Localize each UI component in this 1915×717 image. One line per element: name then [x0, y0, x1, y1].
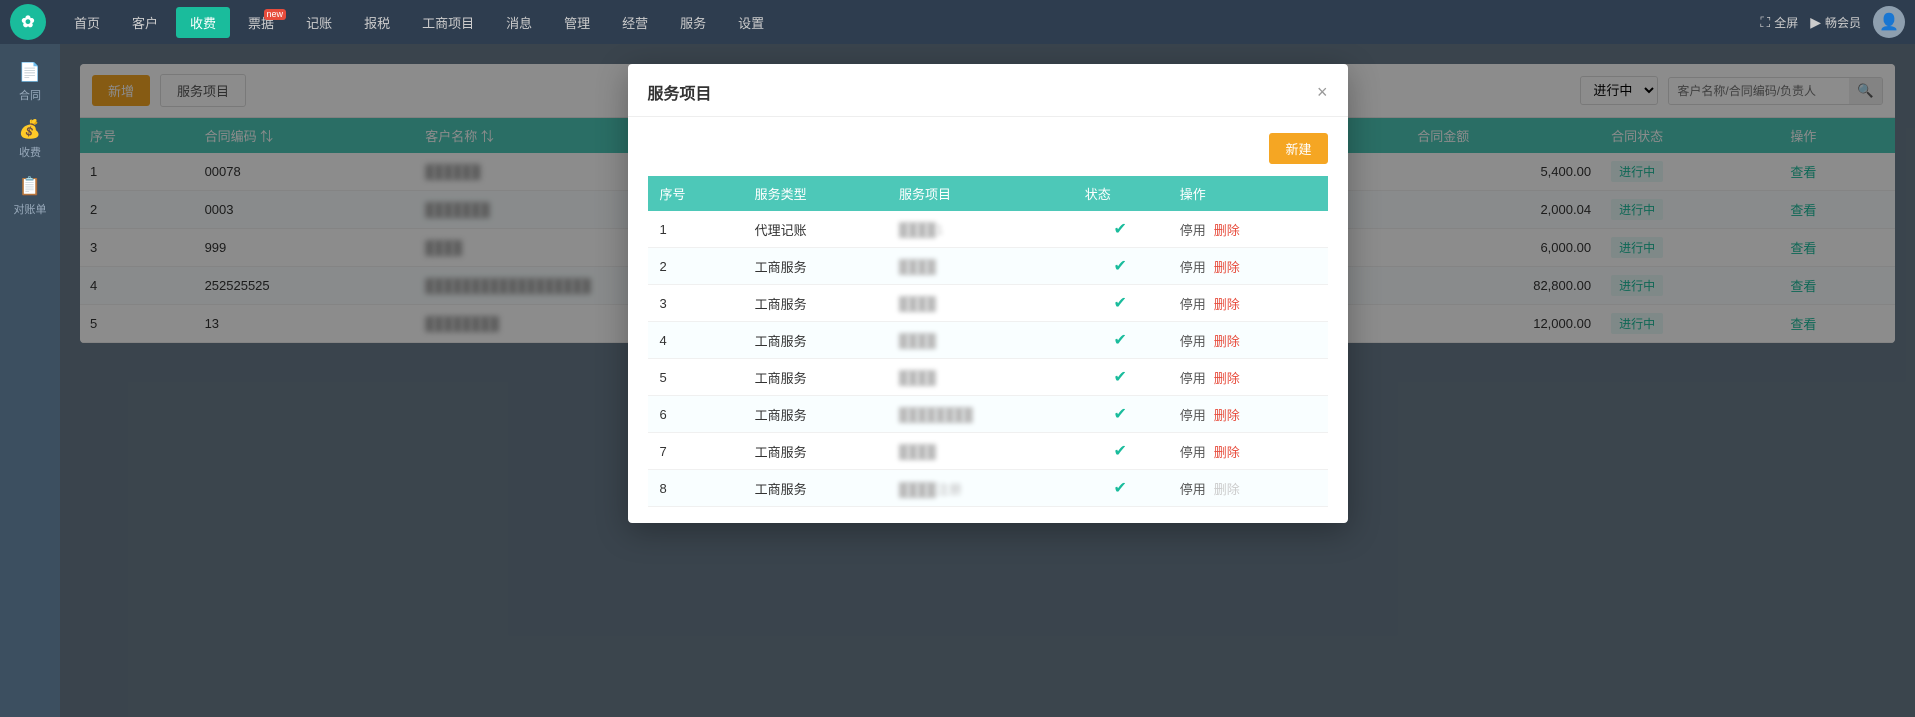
modal-col-服务类型: 服务类型: [743, 176, 887, 211]
delete-button[interactable]: 删除: [1214, 223, 1240, 238]
modal-table-wrap[interactable]: 序号服务类型服务项目状态操作 1代理记账████1✔停用删除2工商服务████✔…: [648, 176, 1328, 507]
modal-toolbar: 新建: [648, 133, 1328, 164]
sidebar-item-duizhang[interactable]: 📋对账单: [4, 168, 56, 225]
nav-item-xiaoxi[interactable]: 消息: [492, 7, 546, 38]
modal-body: 新建 序号服务类型服务项目状态操作 1代理记账████1✔停用删除2工商服务██…: [628, 117, 1348, 523]
nav-item-jiz[interactable]: 记账: [292, 7, 346, 38]
nav-item-customer[interactable]: 客户: [118, 7, 172, 38]
stop-button[interactable]: 停用: [1180, 260, 1206, 275]
modal-col-操作: 操作: [1168, 176, 1328, 211]
stop-button[interactable]: 停用: [1180, 334, 1206, 349]
nav-item-baoshui[interactable]: 报税: [350, 7, 404, 38]
status-check-icon: ✔: [1114, 295, 1127, 312]
nav-item-fuwu[interactable]: 服务: [666, 7, 720, 38]
app-logo: ✿: [10, 4, 46, 40]
modal-table-row: 1代理记账████1✔停用删除: [648, 211, 1328, 248]
status-check-icon: ✔: [1114, 480, 1127, 497]
modal-new-button[interactable]: 新建: [1269, 133, 1327, 164]
status-check-icon: ✔: [1114, 332, 1127, 349]
modal-table-row: 8工商服务████注册✔停用删除: [648, 470, 1328, 507]
status-check-icon: ✔: [1114, 443, 1127, 460]
duizhang-icon: 📋: [19, 176, 41, 197]
delete-button[interactable]: 删除: [1214, 408, 1240, 423]
nav-item-gongshang[interactable]: 工商项目: [408, 7, 488, 38]
contract-icon: 📄: [19, 62, 41, 83]
delete-button[interactable]: 删除: [1214, 445, 1240, 460]
stop-button[interactable]: 停用: [1180, 408, 1206, 423]
shoufei-icon: 💰: [19, 119, 41, 140]
status-check-icon: ✔: [1114, 369, 1127, 386]
nav-item-shezhi[interactable]: 设置: [724, 7, 778, 38]
modal-table-row: 3工商服务████✔停用删除: [648, 285, 1328, 322]
modal-table-row: 5工商服务████✔停用删除: [648, 359, 1328, 396]
sidebar-item-contract[interactable]: 📄合同: [4, 54, 56, 111]
status-check-icon: ✔: [1114, 406, 1127, 423]
modal-title: 服务项目: [648, 80, 712, 104]
delete-button[interactable]: 删除: [1214, 297, 1240, 312]
status-check-icon: ✔: [1114, 258, 1127, 275]
modal-overlay: 服务项目 × 新建 序号服务类型服务项目状态操作 1代理记账████1✔停用删除…: [60, 44, 1915, 717]
service-items-modal: 服务项目 × 新建 序号服务类型服务项目状态操作 1代理记账████1✔停用删除…: [628, 64, 1348, 523]
content-area: 新增 服务项目 进行中全部已终止 🔍 序号合同编码 ⇅客户名称 ⇅服务项目 ⇅服…: [60, 44, 1915, 717]
left-sidebar: 📄合同💰收费📋对账单: [0, 44, 60, 717]
fullscreen-button[interactable]: ⛶ 全屏: [1760, 14, 1798, 31]
service-items-table: 序号服务类型服务项目状态操作 1代理记账████1✔停用删除2工商服务████✔…: [648, 176, 1328, 507]
modal-header: 服务项目 ×: [628, 64, 1348, 117]
user-avatar[interactable]: 👤: [1873, 6, 1905, 38]
delete-button[interactable]: 删除: [1214, 371, 1240, 386]
modal-table-row: 7工商服务████✔停用删除: [648, 433, 1328, 470]
nav-item-shoufe[interactable]: 收费: [176, 7, 230, 38]
delete-button[interactable]: 删除: [1214, 260, 1240, 275]
delete-button[interactable]: 删除: [1214, 334, 1240, 349]
modal-table-row: 6工商服务████████✔停用删除: [648, 396, 1328, 433]
modal-col-序号: 序号: [648, 176, 743, 211]
top-navigation: ✿ 首页客户收费票据new记账报税工商项目消息管理经营服务设置 ⛶ 全屏 ▶ 畅…: [0, 0, 1915, 44]
nav-item-home[interactable]: 首页: [60, 7, 114, 38]
nav-item-jingying[interactable]: 经营: [608, 7, 662, 38]
nav-item-piao[interactable]: 票据new: [234, 7, 288, 38]
sidebar-item-shoufei[interactable]: 💰收费: [4, 111, 56, 168]
stop-button[interactable]: 停用: [1180, 371, 1206, 386]
nav-item-guanli[interactable]: 管理: [550, 7, 604, 38]
right-controls: ⛶ 全屏 ▶ 畅会员 👤: [1760, 6, 1905, 38]
delete-button[interactable]: 删除: [1214, 482, 1240, 497]
modal-table-row: 2工商服务████✔停用删除: [648, 248, 1328, 285]
modal-col-状态: 状态: [1073, 176, 1168, 211]
status-check-icon: ✔: [1114, 221, 1127, 238]
stop-button[interactable]: 停用: [1180, 297, 1206, 312]
stop-button[interactable]: 停用: [1180, 482, 1206, 497]
stop-button[interactable]: 停用: [1180, 445, 1206, 460]
member-button[interactable]: ▶ 畅会员: [1810, 14, 1861, 31]
modal-table-row: 4工商服务████✔停用删除: [648, 322, 1328, 359]
modal-close-button[interactable]: ×: [1317, 83, 1328, 101]
stop-button[interactable]: 停用: [1180, 223, 1206, 238]
modal-col-服务项目: 服务项目: [887, 176, 1073, 211]
